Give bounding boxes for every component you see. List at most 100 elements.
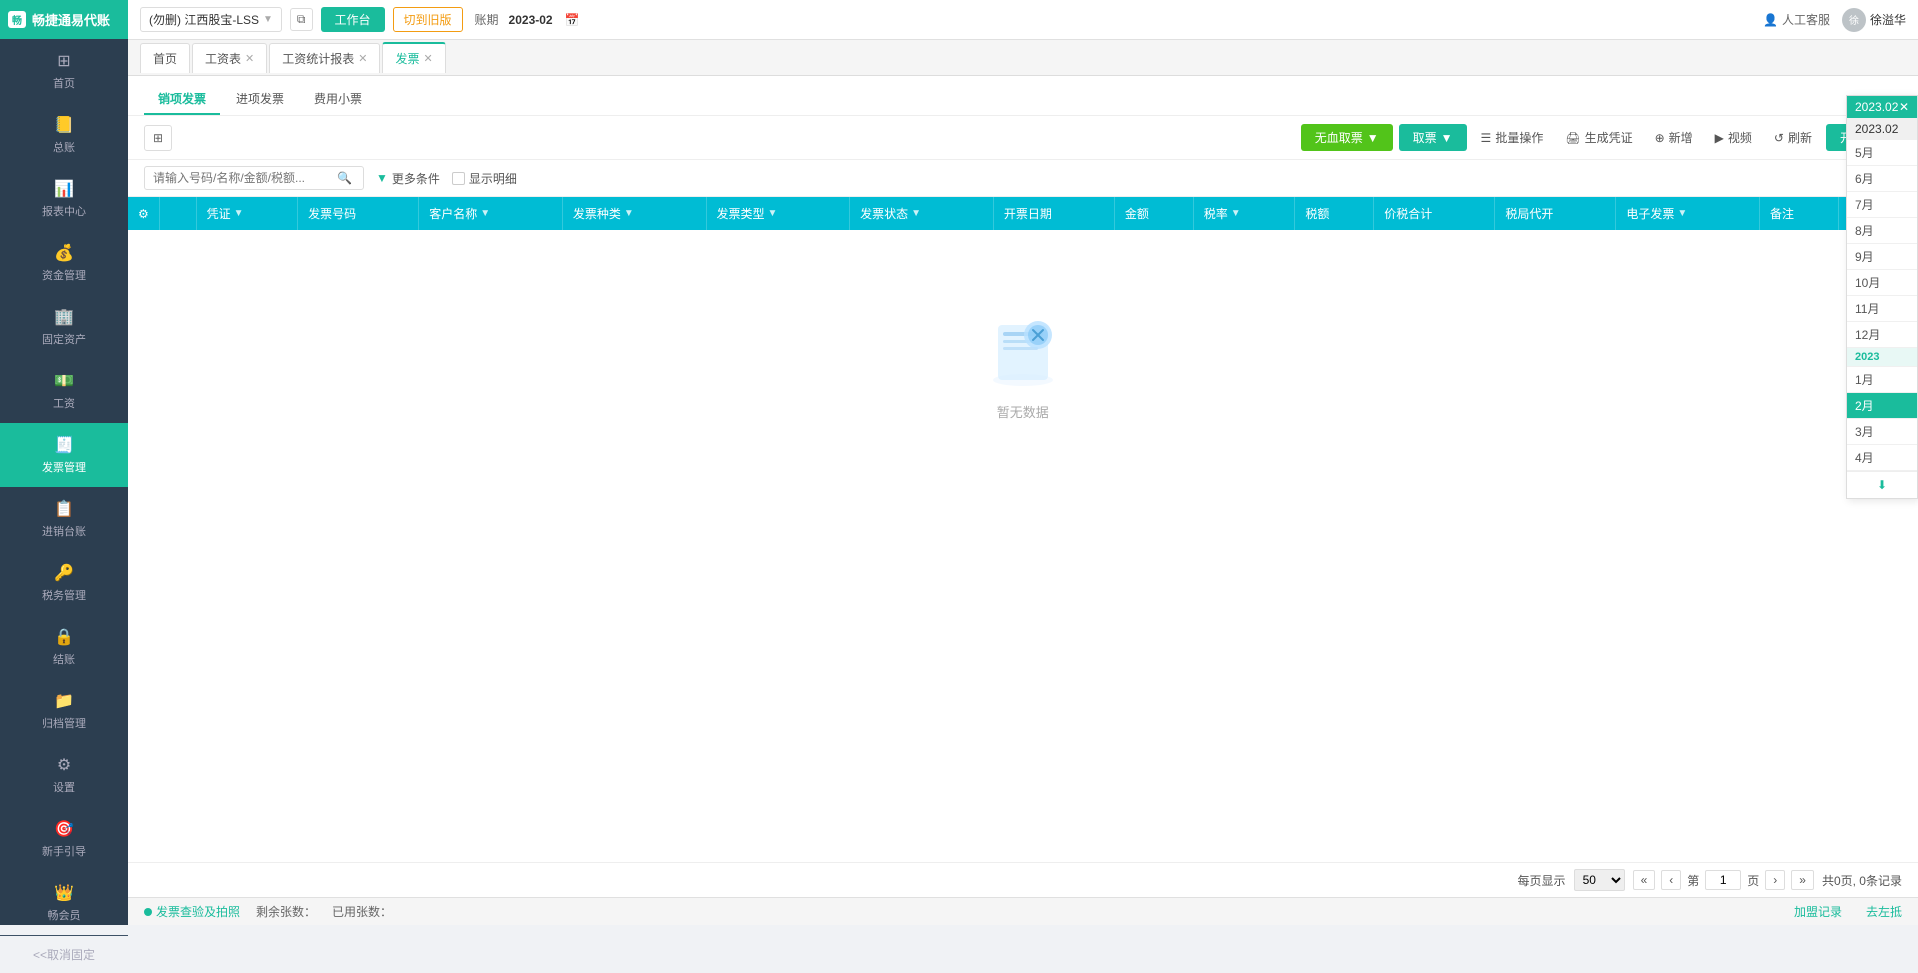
- date-month-item[interactable]: 5月: [1847, 140, 1917, 166]
- first-page-btn[interactable]: «: [1633, 870, 1656, 890]
- sidebar-item-home[interactable]: ⊞首页: [0, 39, 128, 103]
- filter-icon-invoice-type[interactable]: ▼: [624, 208, 634, 219]
- date-month-item[interactable]: 6月: [1847, 166, 1917, 192]
- funds-icon: 💰: [54, 243, 74, 263]
- new-label: 新增: [1669, 129, 1693, 146]
- sidebar-item-guide[interactable]: 🎯新手引导: [0, 807, 128, 871]
- sidebar-item-assets[interactable]: 🏢固定资产: [0, 295, 128, 359]
- sidebar-collapse-btn[interactable]: <<取消固定: [0, 935, 128, 973]
- batch-ops-btn[interactable]: ☰ 批量操作: [1473, 124, 1552, 151]
- get-ticket-btn[interactable]: 取票 ▼: [1399, 124, 1467, 151]
- period-calendar-icon[interactable]: 📅: [565, 13, 580, 27]
- more-conditions-btn[interactable]: ▼ 更多条件: [376, 170, 440, 187]
- subtab-sales-invoice[interactable]: 销项发票: [144, 84, 220, 115]
- date-month-item[interactable]: 2月: [1847, 393, 1917, 419]
- refresh-btn[interactable]: ↺ 刷新: [1766, 124, 1820, 151]
- video-btn[interactable]: ▶ 视频: [1707, 124, 1760, 151]
- get-ticket-dropdown-icon: ▼: [1441, 131, 1453, 145]
- th-voucher[interactable]: 凭证▼: [196, 197, 298, 230]
- date-panel-close1[interactable]: ✕: [1899, 100, 1909, 114]
- empty-text: 暂无数据: [997, 402, 1049, 421]
- tab-label-salary-table: 工资表: [205, 50, 241, 67]
- tab-close-salary-stats[interactable]: ✕: [358, 52, 367, 65]
- search-input[interactable]: [153, 171, 333, 185]
- next-page-btn[interactable]: ›: [1765, 870, 1785, 890]
- th-invoice-status[interactable]: 发票状态▼: [850, 197, 994, 230]
- date-panel-scroll-down[interactable]: ⬇: [1847, 471, 1917, 498]
- toolbar-actions: ⊞ 无血取票 ▼ 取票 ▼ ☰ 批量操作 🖨 生成凭证: [144, 124, 1902, 151]
- date-month-item[interactable]: 11月: [1847, 296, 1917, 322]
- sidebar: 畅 畅捷通易代账 ⊞首页📒总账📊报表中心💰资金管理🏢固定资产💵工资🧾发票管理📋进…: [0, 0, 128, 925]
- empty-icon: [978, 310, 1068, 390]
- filter-icon-invoice-status[interactable]: ▼: [911, 208, 921, 219]
- service-btn[interactable]: 👤 人工客服: [1763, 11, 1830, 28]
- company-selector[interactable]: (勿删) 江西股宝-LSS ▼: [140, 7, 282, 32]
- invoice-verify-btn[interactable]: 发票查验及拍照: [144, 903, 240, 920]
- generate-voucher-btn[interactable]: 🖨 生成凭证: [1557, 124, 1640, 151]
- date-month-item[interactable]: 7月: [1847, 192, 1917, 218]
- page-input[interactable]: [1705, 870, 1741, 890]
- batch-ops-icon: ☰: [1481, 131, 1492, 145]
- user-menu[interactable]: 徐 徐溢华: [1842, 8, 1906, 32]
- date-month-item[interactable]: 9月: [1847, 244, 1917, 270]
- sidebar-item-close[interactable]: 🔒结账: [0, 615, 128, 679]
- switch-version-btn[interactable]: 切到旧版: [393, 7, 463, 32]
- th-customer[interactable]: 客户名称▼: [419, 197, 563, 230]
- total-records: 共0页, 0条记录: [1822, 872, 1902, 889]
- refresh-label: 刷新: [1788, 129, 1812, 146]
- sidebar-item-member[interactable]: 👑畅会员: [0, 871, 128, 935]
- date-month-item[interactable]: 8月: [1847, 218, 1917, 244]
- date-month-item[interactable]: 10月: [1847, 270, 1917, 296]
- sidebar-logo[interactable]: 畅 畅捷通易代账: [0, 0, 128, 39]
- tab-invoices[interactable]: 发票✕: [382, 42, 445, 73]
- workbench-btn[interactable]: 工作台: [321, 7, 385, 32]
- sidebar-item-settings[interactable]: ⚙设置: [0, 743, 128, 807]
- filter-icon-invoice-category[interactable]: ▼: [768, 208, 778, 219]
- company-dropdown-icon: ▼: [263, 14, 273, 25]
- th-invoice-type[interactable]: 发票种类▼: [562, 197, 706, 230]
- subtab-expense-receipt[interactable]: 费用小票: [300, 84, 376, 115]
- last-page-btn[interactable]: »: [1791, 870, 1814, 890]
- tab-salary-table[interactable]: 工资表 ✕: [192, 43, 267, 73]
- show-detail-toggle[interactable]: 显示明细: [452, 170, 517, 187]
- batch-ops-label: 批量操作: [1495, 129, 1543, 146]
- date-month-item[interactable]: 1月: [1847, 367, 1917, 393]
- sidebar-item-salary[interactable]: 💵工资: [0, 359, 128, 423]
- date-month-item[interactable]: 4月: [1847, 445, 1917, 471]
- th-tax-rate[interactable]: 税率▼: [1193, 197, 1295, 230]
- sidebar-item-reports[interactable]: 📊报表中心: [0, 167, 128, 231]
- video-icon: ▶: [1715, 131, 1724, 145]
- sidebar-item-invoices[interactable]: 🧾发票管理: [0, 423, 128, 487]
- sidebar-item-tax[interactable]: 🔑税务管理: [0, 551, 128, 615]
- date-month-item[interactable]: 12月: [1847, 322, 1917, 348]
- filterbar: 🔍 ▼ 更多条件 显示明细: [128, 160, 1918, 197]
- filter-icon-voucher[interactable]: ▼: [234, 208, 244, 219]
- filter-icon-tax-rate[interactable]: ▼: [1231, 208, 1241, 219]
- tab-salary-stats[interactable]: 工资统计报表✕: [269, 43, 380, 73]
- per-page-select[interactable]: 50 20 100: [1574, 869, 1625, 891]
- th-invoice-category[interactable]: 发票类型▼: [706, 197, 850, 230]
- th-checkbox: [159, 197, 196, 230]
- sidebar-item-funds[interactable]: 💰资金管理: [0, 231, 128, 295]
- sidebar-item-sales[interactable]: 📋进销台账: [0, 487, 128, 551]
- filter-icon-e-invoice[interactable]: ▼: [1677, 208, 1687, 219]
- sidebar-item-archive[interactable]: 📁归档管理: [0, 679, 128, 743]
- prev-page-btn[interactable]: ‹: [1661, 870, 1681, 890]
- th-e-invoice[interactable]: 电子发票▼: [1616, 197, 1760, 230]
- filter-icon-customer[interactable]: ▼: [480, 208, 490, 219]
- copy-company-btn[interactable]: ⧉: [290, 8, 313, 31]
- tab-home[interactable]: 首页: [140, 43, 190, 73]
- topbar: (勿删) 江西股宝-LSS ▼ ⧉ 工作台 切到旧版 账期 2023-02 📅 …: [128, 0, 1918, 40]
- join-record-link[interactable]: 加盟记录: [1794, 903, 1842, 920]
- no-invoice-btn[interactable]: 无血取票 ▼: [1301, 124, 1393, 151]
- tab-close-invoices[interactable]: ✕: [424, 52, 433, 65]
- sidebar-item-ledger[interactable]: 📒总账: [0, 103, 128, 167]
- new-btn[interactable]: ⊕ 新增: [1647, 124, 1701, 151]
- show-detail-checkbox[interactable]: [452, 172, 465, 185]
- go-right-link[interactable]: 去左抵: [1866, 903, 1902, 920]
- grid-view-btn[interactable]: ⊞: [144, 125, 172, 151]
- tab-close-salary-table[interactable]: ✕: [245, 52, 254, 65]
- no-invoice-label: 无血取票: [1315, 129, 1363, 146]
- subtab-purchase-invoice[interactable]: 进项发票: [222, 84, 298, 115]
- date-month-item[interactable]: 3月: [1847, 419, 1917, 445]
